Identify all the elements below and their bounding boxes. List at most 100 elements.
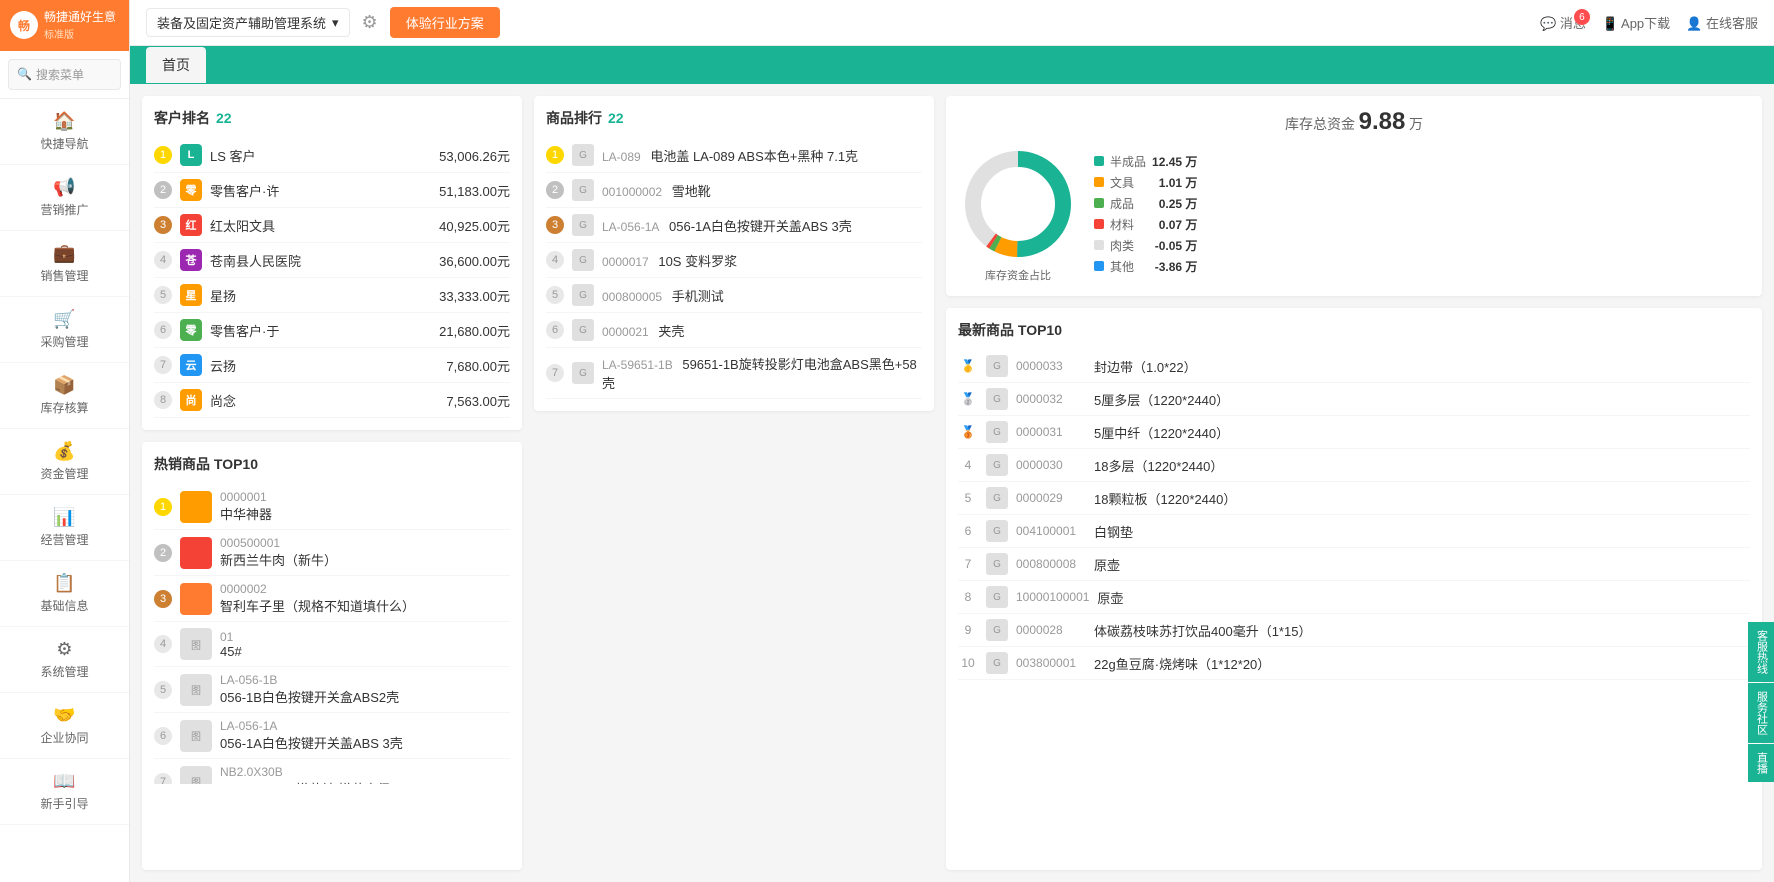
tab-home[interactable]: 首页 — [146, 47, 206, 83]
goods-code: 001000002 — [602, 185, 662, 199]
top-header: 装备及固定资产辅助管理系统 ▾ ⚙ 体验行业方案 💬 消息 6 📱 App下载 … — [130, 0, 1774, 46]
rank-number: 4 — [546, 251, 564, 269]
goods-rank-item: 3 G LA-056-1A 056-1A白色按键开关盖ABS 3壳 — [546, 208, 922, 243]
inventory-total-value: 9.88 — [1359, 108, 1406, 135]
app-edition: 标准版 — [44, 26, 116, 41]
customer-amount: 53,006.26元 — [439, 146, 510, 165]
hot-product-item: 7 图 NB2.0X30B 2.0X30MM双搓花轴,搓花直径2.1MM/ROH… — [154, 759, 510, 784]
np-rank: 10 — [958, 656, 978, 670]
sidebar-item-营销推广[interactable]: 📢营销推广 — [0, 165, 129, 231]
messages-badge[interactable]: 💬 消息 6 — [1540, 13, 1586, 32]
customer-name: 尚念 — [210, 391, 438, 410]
legend-name: 文具 — [1110, 174, 1153, 191]
sidebar-search-area: 🔍 搜索菜单 — [0, 51, 129, 99]
search-icon: 🔍 — [17, 67, 32, 81]
np-name: 原壶 — [1097, 588, 1750, 607]
sidebar-item-快捷导航[interactable]: 🏠快捷导航 — [0, 99, 129, 165]
customer-avatar: 尚 — [180, 389, 202, 411]
goods-code: 000800005 — [602, 290, 662, 304]
goods-name: 夹壳 — [658, 324, 684, 339]
legend-color — [1094, 219, 1104, 229]
legend-value: 0.07 万 — [1159, 216, 1198, 233]
sidebar-logo: 畅 畅捷通好生意 标准版 — [0, 0, 129, 51]
product-info: 000500001 新西兰牛肉（新牛） — [220, 536, 510, 569]
message-icon: 💬 — [1540, 16, 1556, 31]
product-info: LA-056-1B 056-1B白色按键开关盒ABS2壳 — [220, 673, 510, 706]
hot-product-item: 6 图 LA-056-1A 056-1A白色按键开关盖ABS 3壳 — [154, 713, 510, 759]
goods-code: 0000021 — [602, 325, 649, 339]
sidebar-item-基础信息[interactable]: 📋基础信息 — [0, 561, 129, 627]
product-name: 2.0X30MM双搓花轴,搓花直径2.1MM/ROHS — [220, 779, 510, 784]
sidebar-item-库存核算[interactable]: 📦库存核算 — [0, 363, 129, 429]
goods-name: 雪地靴 — [672, 184, 711, 199]
np-code: 003800001 — [1016, 656, 1086, 670]
legend-color — [1094, 261, 1104, 271]
donut-chart: 库存资金占比 — [958, 144, 1078, 283]
sidebar-item-经营管理[interactable]: 📊经营管理 — [0, 495, 129, 561]
customer-amount: 40,925.00元 — [439, 216, 510, 235]
product-name: 45# — [220, 644, 510, 659]
np-code: 0000032 — [1016, 392, 1086, 406]
goods-icon: G — [572, 319, 594, 341]
float-btn-服务社区[interactable]: 服务社区 — [1748, 683, 1774, 743]
goods-icon: G — [572, 249, 594, 271]
float-btn-直播[interactable]: 直播 — [1748, 744, 1774, 782]
float-btn-客服热线[interactable]: 客服热线 — [1748, 622, 1774, 682]
sidebar-item-销售管理[interactable]: 💼销售管理 — [0, 231, 129, 297]
customer-name: LS 客户 — [210, 146, 431, 165]
sidebar-item-新手引导[interactable]: 📖新手引导 — [0, 759, 129, 825]
product-code: 0000002 — [220, 582, 510, 596]
customer-rank-item: 5 星 星扬 33,333.00元 — [154, 278, 510, 313]
inventory-chart-label: 库存资金占比 — [958, 267, 1078, 283]
legend-color — [1094, 240, 1104, 250]
legend-value: 0.25 万 — [1159, 195, 1198, 212]
legend-color — [1094, 198, 1104, 208]
rank-number: 6 — [546, 321, 564, 339]
right-column: 库存总资金 9.88 万 — [946, 96, 1762, 870]
goods-rank-item: 1 G LA-089 电池盖 LA-089 ABS本色+黑种 7.1克 — [546, 138, 922, 173]
goods-code: LA-056-1A — [602, 220, 659, 234]
product-name: 中华神器 — [220, 504, 510, 523]
legend-item: 成品 0.25 万 — [1094, 195, 1197, 212]
settings-icon[interactable]: ⚙ — [362, 12, 378, 33]
sidebar-item-系统管理[interactable]: ⚙系统管理 — [0, 627, 129, 693]
rank-number: 6 — [154, 727, 172, 745]
nav-icon: 📊 — [53, 507, 75, 528]
goods-rank-item: 4 G 0000017 10S 变料罗浆 — [546, 243, 922, 278]
legend-value: -3.86 万 — [1155, 258, 1198, 275]
system-selector[interactable]: 装备及固定资产辅助管理系统 ▾ — [146, 8, 350, 37]
app-download-label: App下载 — [1621, 16, 1670, 31]
rank-number: 3 — [154, 216, 172, 234]
np-icon: G — [986, 487, 1008, 509]
legend-item: 其他 -3.86 万 — [1094, 258, 1197, 275]
product-info: 0000001 中华神器 — [220, 490, 510, 523]
nav-tabs: 首页 — [130, 46, 1774, 84]
customer-ranking-title: 客户排名 22 — [154, 108, 510, 128]
goods-name: 056-1A白色按键开关盖ABS 3壳 — [669, 219, 852, 234]
np-icon: G — [986, 421, 1008, 443]
trial-button[interactable]: 体验行业方案 — [390, 7, 500, 38]
goods-code: 0000017 — [602, 255, 649, 269]
new-products-list: 🥇 G 0000033 封边带（1.0*22） 🥈 G 0000032 5厘多层… — [958, 350, 1750, 680]
online-service-btn[interactable]: 👤 在线客服 — [1686, 13, 1758, 32]
customer-amount: 21,680.00元 — [439, 321, 510, 340]
legend-item: 半成品 12.45 万 — [1094, 153, 1197, 170]
new-products-title: 最新商品 TOP10 — [958, 320, 1750, 340]
inventory-legend: 半成品 12.45 万 文具 1.01 万 成品 0.25 万 材料 0.07 … — [1094, 153, 1197, 275]
legend-item: 肉类 -0.05 万 — [1094, 237, 1197, 254]
hot-product-item: 3 0000002 智利车子里（规格不知道填什么） — [154, 576, 510, 622]
mobile-icon: 📱 — [1602, 16, 1618, 31]
legend-item: 材料 0.07 万 — [1094, 216, 1197, 233]
goods-rank-list: 1 G LA-089 电池盖 LA-089 ABS本色+黑种 7.1克 2 G … — [546, 138, 922, 399]
search-menu-button[interactable]: 🔍 搜索菜单 — [8, 59, 121, 90]
goods-name: 手机测试 — [672, 289, 724, 304]
app-download-btn[interactable]: 📱 App下载 — [1602, 13, 1670, 32]
product-info: 0000002 智利车子里（规格不知道填什么） — [220, 582, 510, 615]
nav-icon: 🏠 — [53, 111, 75, 132]
sidebar-item-采购管理[interactable]: 🛒采购管理 — [0, 297, 129, 363]
sidebar-item-企业协同[interactable]: 🤝企业协同 — [0, 693, 129, 759]
legend-item: 文具 1.01 万 — [1094, 174, 1197, 191]
customer-amount: 7,680.00元 — [446, 356, 510, 375]
sidebar-item-资金管理[interactable]: 💰资金管理 — [0, 429, 129, 495]
new-product-item: 10 G 003800001 22g鱼豆腐·烧烤味（1*12*20） — [958, 647, 1750, 680]
